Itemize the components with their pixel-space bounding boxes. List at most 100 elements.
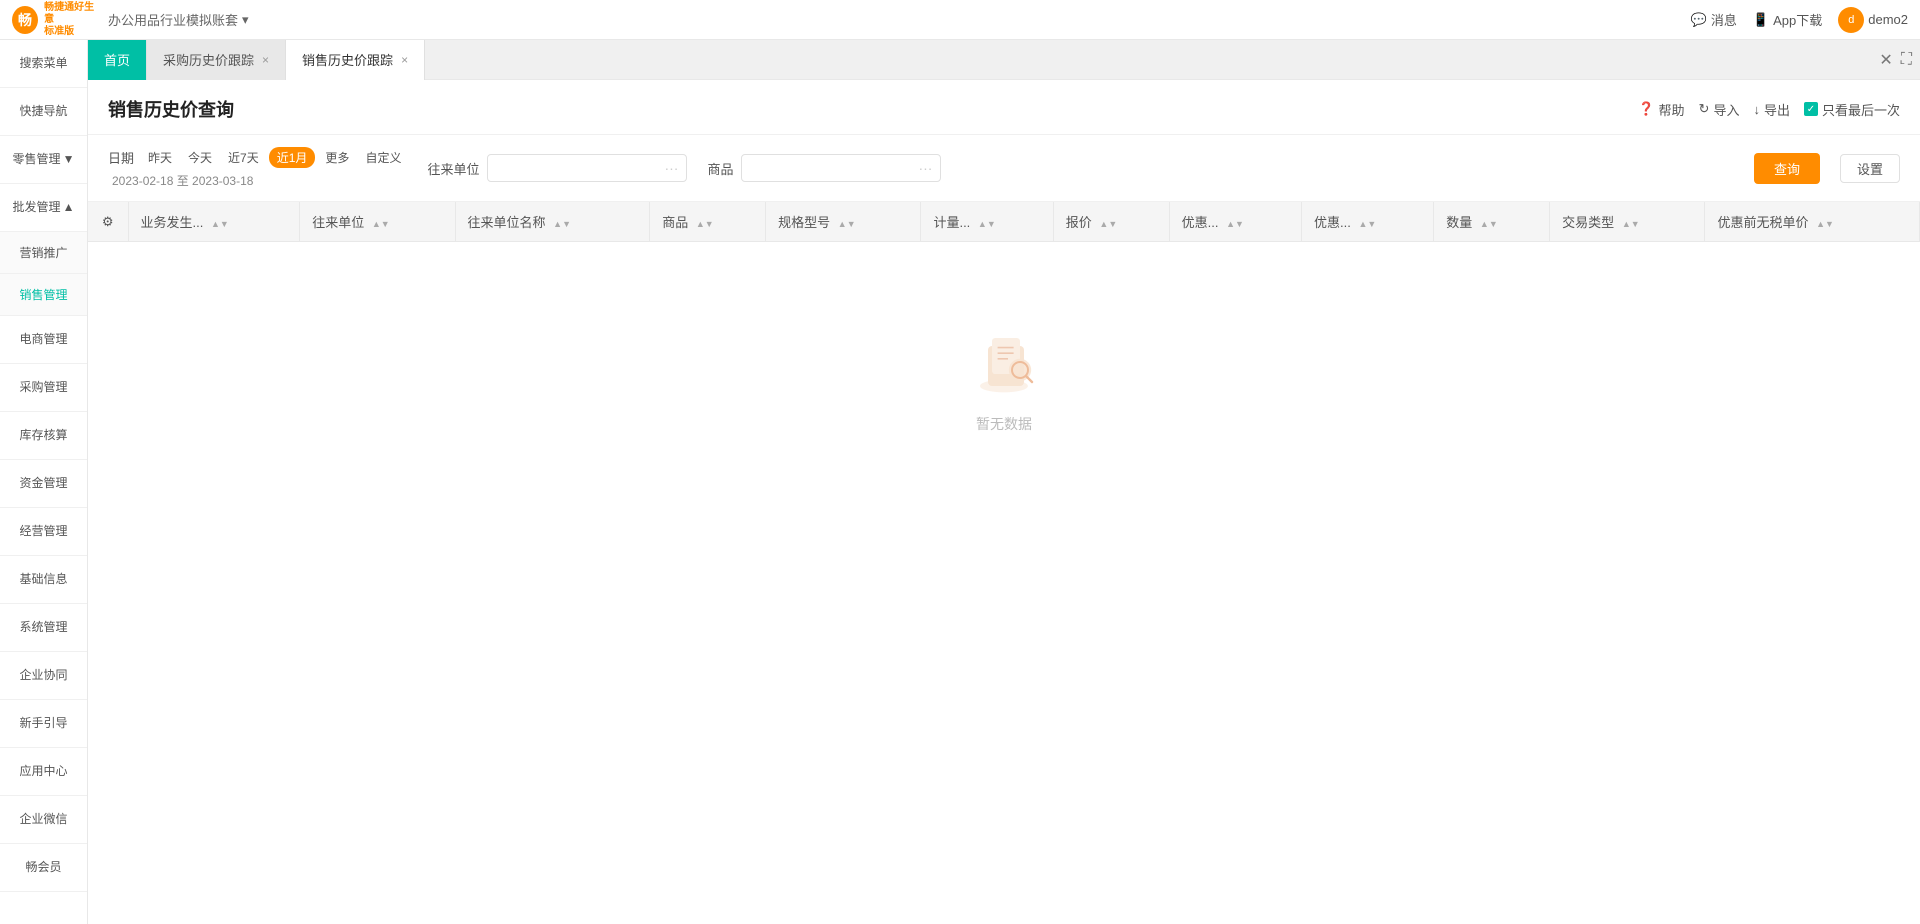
tab-purchase-history-label: 采购历史价跟踪 (163, 50, 254, 69)
sidebar-item-member[interactable]: 畅会员 (0, 844, 87, 892)
filter-area: 日期 昨天 今天 近7天 近1月 更多 自定义 2023-02-18 至 202… (88, 135, 1920, 202)
sidebar-item-ecom-mgmt[interactable]: 电商管理 (0, 316, 87, 364)
tab-sales-history-label: 销售历史价跟踪 (302, 50, 393, 69)
query-button[interactable]: 查询 (1754, 153, 1820, 184)
sort-icon-biz-date: ▲▼ (211, 220, 229, 229)
marketing-label: 营销推广 (19, 244, 67, 261)
export-button[interactable]: ↓ 导出 (1753, 100, 1790, 119)
tab-home[interactable]: 首页 (88, 40, 147, 80)
page-content: 销售历史价查询 ❓ 帮助 ↻ 导入 ↓ 导出 ✓ (88, 80, 1920, 924)
username: demo2 (1868, 12, 1908, 27)
sidebar-item-retail-mgmt[interactable]: 零售管理 ▼ (0, 136, 87, 184)
sort-icon-pre-tax-price: ▲▼ (1816, 220, 1834, 229)
table-header-quantity[interactable]: 数量 ▲▼ (1434, 202, 1550, 242)
breadcrumb[interactable]: 办公用品行业模拟账套 ▾ (108, 10, 249, 29)
enterprise-coop-label: 企业协同 (19, 668, 67, 684)
date-btn-yesterday[interactable]: 昨天 (142, 147, 178, 168)
table-header-product[interactable]: 商品 ▲▼ (650, 202, 766, 242)
table-header-gear[interactable]: ⚙ (88, 202, 128, 242)
date-btn-more[interactable]: 更多 (319, 147, 355, 168)
page-header-actions: ❓ 帮助 ↻ 导入 ↓ 导出 ✓ 只看最后一次 (1638, 100, 1900, 119)
table-header-unit[interactable]: 计量... ▲▼ (921, 202, 1053, 242)
message-button[interactable]: 💬 消息 (1691, 10, 1737, 29)
content-area: 首页 采购历史价跟踪 × 销售历史价跟踪 × ✕ ⛶ 销售历史价查询 (88, 40, 1920, 924)
top-bar-left: 畅 畅捷通好生意 标准版 办公用品行业模拟账套 ▾ (12, 2, 249, 38)
wholesale-mgmt-label: 批发管理 (13, 200, 61, 216)
table-container: ⚙ 业务发生... ▲▼ 往来单位 ▲▼ 往来单位名称 (88, 202, 1920, 514)
tab-maximize-button[interactable]: ⛶ (1901, 51, 1912, 69)
table-header-trade-type[interactable]: 交易类型 ▲▼ (1550, 202, 1705, 242)
empty-state-icon (964, 322, 1044, 402)
date-btn-today[interactable]: 今天 (182, 147, 218, 168)
top-bar-right: 💬 消息 📱 App下载 d demo2 (1691, 7, 1908, 33)
sidebar-item-search-menu[interactable]: 搜索菜单 (0, 40, 87, 88)
app-download-button[interactable]: 📱 App下载 (1753, 10, 1822, 29)
sidebar-item-new-guide[interactable]: 新手引导 (0, 700, 87, 748)
retail-mgmt-arrow: ▼ (63, 152, 75, 168)
filter-date-group: 日期 昨天 今天 近7天 近1月 更多 自定义 2023-02-18 至 202… (108, 147, 407, 189)
import-icon: ↻ (1699, 101, 1710, 117)
table-header-spec[interactable]: 规格型号 ▲▼ (766, 202, 921, 242)
tab-sales-history-close[interactable]: × (401, 53, 408, 67)
sidebar-item-system-mgmt[interactable]: 系统管理 (0, 604, 87, 652)
import-button[interactable]: ↻ 导入 (1699, 100, 1740, 119)
sidebar-item-ops-mgmt[interactable]: 经营管理 (0, 508, 87, 556)
table-header-discount1[interactable]: 优惠... ▲▼ (1169, 202, 1301, 242)
help-button[interactable]: ❓ 帮助 (1638, 100, 1684, 119)
app-download-icon: 📱 (1753, 12, 1769, 28)
sidebar-item-capital-mgmt[interactable]: 资金管理 (0, 460, 87, 508)
table-header-counterpart-name[interactable]: 往来单位名称 ▲▼ (455, 202, 650, 242)
sidebar-item-enterprise-coop[interactable]: 企业协同 (0, 652, 87, 700)
only-last-checkbox[interactable]: ✓ 只看最后一次 (1804, 100, 1900, 119)
date-btn-last7days[interactable]: 近7天 (222, 147, 265, 168)
table-header-discount2[interactable]: 优惠... ▲▼ (1301, 202, 1433, 242)
user-profile[interactable]: d demo2 (1838, 7, 1908, 33)
sidebar-item-sales-mgmt[interactable]: 销售管理 (0, 274, 87, 316)
product-input[interactable]: ··· (741, 154, 941, 182)
date-btn-custom[interactable]: 自定义 (359, 147, 407, 168)
filter-actions: 查询 (1754, 153, 1820, 184)
sidebar-item-marketing[interactable]: 营销推广 (0, 232, 87, 274)
filter-product-group: 商品 ··· (707, 154, 941, 182)
sidebar-item-app-center[interactable]: 应用中心 (0, 748, 87, 796)
table-header-counterpart-code[interactable]: 往来单位 ▲▼ (300, 202, 455, 242)
table-header-biz-date[interactable]: 业务发生... ▲▼ (128, 202, 300, 242)
sales-mgmt-label: 销售管理 (19, 286, 67, 303)
gear-icon: ⚙ (102, 214, 114, 229)
ecom-mgmt-label: 电商管理 (19, 332, 67, 348)
table-header-row: ⚙ 业务发生... ▲▼ 往来单位 ▲▼ 往来单位名称 (88, 202, 1920, 242)
sidebar-item-wholesale-mgmt[interactable]: 批发管理 ▲ (0, 184, 87, 232)
logo-icon: 畅 (12, 6, 38, 34)
sidebar-item-enterprise-wechat[interactable]: 企业微信 (0, 796, 87, 844)
sidebar-item-quick-nav[interactable]: 快捷导航 (0, 88, 87, 136)
new-guide-label: 新手引导 (19, 716, 67, 732)
sort-icon-trade-type: ▲▼ (1622, 220, 1640, 229)
counterpart-dots: ··· (664, 160, 678, 176)
tab-sales-history[interactable]: 销售历史价跟踪 × (286, 40, 425, 80)
counterpart-input[interactable]: ··· (487, 154, 687, 182)
tab-purchase-history[interactable]: 采购历史价跟踪 × (147, 40, 286, 80)
table-header-pre-tax-price[interactable]: 优惠前无税单价 ▲▼ (1705, 202, 1920, 242)
avatar: d (1838, 7, 1864, 33)
basic-info-label: 基础信息 (19, 572, 67, 588)
tab-close-window-button[interactable]: ✕ (1879, 50, 1892, 70)
sidebar-item-purchase-mgmt[interactable]: 采购管理 (0, 364, 87, 412)
sort-icon-counterpart-name: ▲▼ (553, 220, 571, 229)
data-table: ⚙ 业务发生... ▲▼ 往来单位 ▲▼ 往来单位名称 (88, 202, 1920, 242)
page-header: 销售历史价查询 ❓ 帮助 ↻ 导入 ↓ 导出 ✓ (88, 80, 1920, 135)
date-label: 日期 (108, 148, 134, 167)
page-title: 销售历史价查询 (108, 96, 234, 122)
table-header-quoted-price[interactable]: 报价 ▲▼ (1053, 202, 1169, 242)
date-btn-last1month[interactable]: 近1月 (269, 147, 316, 168)
empty-state-text: 暂无数据 (976, 414, 1032, 434)
sidebar-item-basic-info[interactable]: 基础信息 (0, 556, 87, 604)
breadcrumb-chevron: ▾ (242, 12, 249, 28)
quick-nav-label: 快捷导航 (19, 104, 67, 120)
wholesale-mgmt-arrow: ▲ (63, 200, 75, 216)
export-label: 导出 (1764, 100, 1790, 119)
tab-purchase-history-close[interactable]: × (262, 53, 269, 67)
settings-button[interactable]: 设置 (1840, 154, 1900, 183)
sidebar-item-inventory-check[interactable]: 库存核算 (0, 412, 87, 460)
member-label: 畅会员 (25, 860, 61, 876)
tab-bar: 首页 采购历史价跟踪 × 销售历史价跟踪 × ✕ ⛶ (88, 40, 1920, 80)
